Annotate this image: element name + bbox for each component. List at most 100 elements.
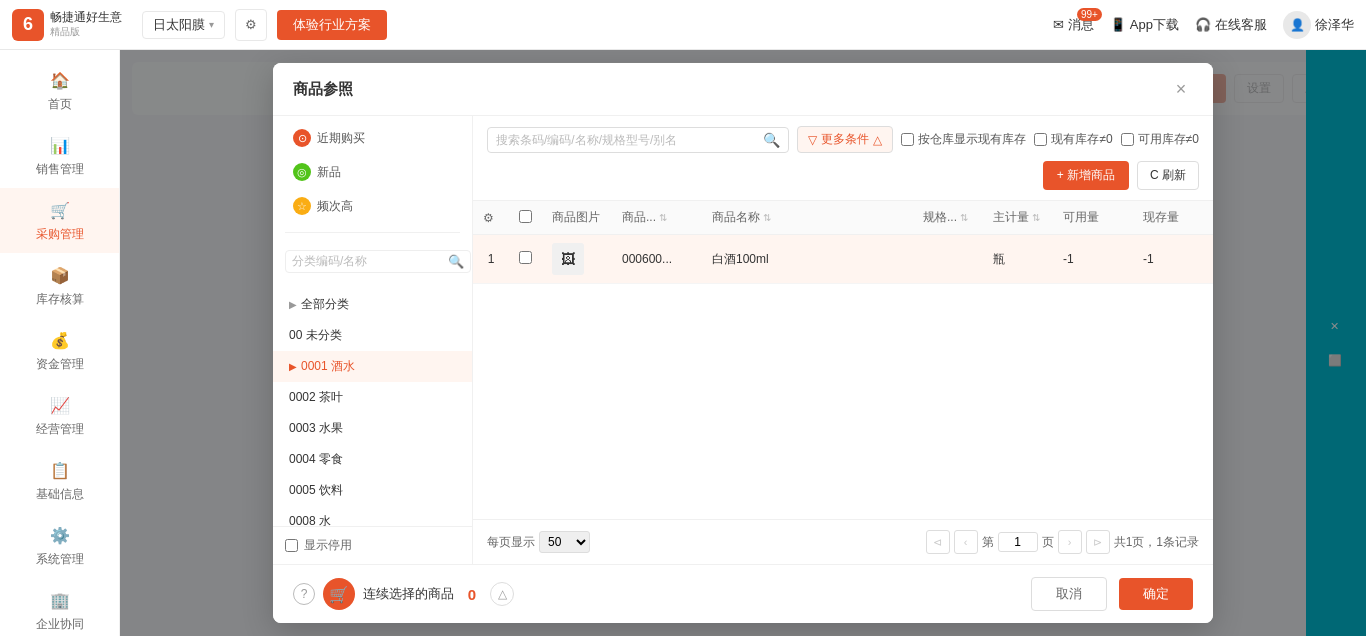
show-disabled-checkbox[interactable] xyxy=(285,539,298,552)
logo-icon: 6 xyxy=(12,9,44,41)
messages-btn[interactable]: ✉ 消息 99+ xyxy=(1053,16,1094,34)
cancel-button[interactable]: 取消 xyxy=(1031,577,1107,611)
stock-filter-3[interactable]: 可用库存≠0 xyxy=(1121,131,1199,148)
col-unit-header[interactable]: 主计量 xyxy=(983,201,1053,235)
more-filters-btn[interactable]: ▽ 更多条件 △ xyxy=(797,126,893,153)
recent-purchases-btn[interactable]: ⊙ 近期购买 xyxy=(285,124,460,152)
product-search-input[interactable] xyxy=(496,133,759,147)
filter-label: 更多条件 xyxy=(821,131,869,148)
collapse-footer-btn[interactable]: △ xyxy=(490,582,514,606)
col-img-header: 商品图片 xyxy=(542,201,612,235)
sidebar-enterprise-label: 企业协同 xyxy=(36,616,84,633)
mobile-icon: 📱 xyxy=(1110,17,1126,32)
main-layout: 🏠 首页 📊 销售管理 🛒 采购管理 📦 库存核算 💰 资金管理 📈 经营管理 … xyxy=(0,50,1366,636)
sidebar-item-sales[interactable]: 📊 销售管理 xyxy=(0,123,119,188)
category-search-box: 🔍 xyxy=(285,250,471,273)
frequent-products-btn[interactable]: ☆ 频次高 xyxy=(285,192,460,220)
show-disabled-label: 显示停用 xyxy=(304,537,352,554)
category-item-all[interactable]: ▶ 全部分类 xyxy=(273,289,472,320)
confirm-button[interactable]: 确定 xyxy=(1119,578,1193,610)
modal-overlay: 商品参照 × ⊙ 近期购买 ◎ xyxy=(120,50,1366,636)
app-download-btn[interactable]: 📱 App下载 xyxy=(1110,16,1179,34)
col-code-header[interactable]: 商品... xyxy=(612,201,702,235)
category-item-0002[interactable]: 0002 茶叶 xyxy=(273,382,472,413)
help-icon[interactable]: ? xyxy=(293,583,315,605)
category-item-0005[interactable]: 0005 饮料 xyxy=(273,475,472,506)
stock-filter-3-label: 可用库存≠0 xyxy=(1138,131,1199,148)
sidebar-item-purchase[interactable]: 🛒 采购管理 xyxy=(0,188,119,253)
sidebar-operations-label: 经营管理 xyxy=(36,421,84,438)
sidebar-item-home[interactable]: 🏠 首页 xyxy=(0,58,119,123)
category-item-0003[interactable]: 0003 水果 xyxy=(273,413,472,444)
online-service-btn[interactable]: 🎧 在线客服 xyxy=(1195,16,1267,34)
select-all-checkbox[interactable] xyxy=(519,210,532,223)
warehouse-selector[interactable]: 日太阳膜 ▾ xyxy=(142,11,225,39)
last-page-btn[interactable]: ⊳ xyxy=(1086,530,1110,554)
col-checkbox xyxy=(509,201,542,235)
category-item-0008[interactable]: 0008 水 xyxy=(273,506,472,526)
first-page-btn[interactable]: ⊲ xyxy=(926,530,950,554)
trial-button[interactable]: 体验行业方案 xyxy=(277,10,387,40)
cart-icon-btn[interactable]: 🛒 xyxy=(323,578,355,610)
logo-area: 6 畅捷通好生意 精品版 xyxy=(12,9,132,41)
sidebar-finance-label: 资金管理 xyxy=(36,356,84,373)
sidebar-item-operations[interactable]: 📈 经营管理 xyxy=(0,383,119,448)
category-all-label: 全部分类 xyxy=(301,296,349,313)
cat-search-icon: 🔍 xyxy=(448,254,464,269)
table-header-row: ⚙ 商品图片 商品... 商品名称 规格... 主计量 可用量 现存量 xyxy=(473,201,1213,235)
page-number-input[interactable] xyxy=(998,532,1038,552)
sidebar-item-enterprise[interactable]: 🏢 企业协同 xyxy=(0,578,119,636)
col-spec-header[interactable]: 规格... xyxy=(913,201,983,235)
app-name: 畅捷通好生意 xyxy=(50,10,122,26)
table-row[interactable]: 1 🖼 000600... 白酒100ml xyxy=(473,235,1213,284)
pagination-bar: 每页显示 50 100 200 ⊲ ‹ 第 xyxy=(473,519,1213,564)
stock-checkbox-3[interactable] xyxy=(1121,133,1134,146)
new-products-btn[interactable]: ◎ 新品 xyxy=(285,158,460,186)
cat-divider xyxy=(285,232,460,233)
show-disabled-area: 显示停用 xyxy=(273,526,472,564)
row-checkbox-cell xyxy=(509,235,542,284)
cat-00-label: 00 未分类 xyxy=(289,327,342,344)
row-checkbox[interactable] xyxy=(519,251,532,264)
settings-icon-btn[interactable]: ⚙ xyxy=(235,9,267,41)
sidebar-item-system[interactable]: ⚙️ 系统管理 xyxy=(0,513,119,578)
category-search-input[interactable] xyxy=(292,254,442,268)
filter-icon: ▽ xyxy=(808,133,817,147)
online-service-label: 在线客服 xyxy=(1215,16,1267,34)
category-item-0004[interactable]: 0004 零食 xyxy=(273,444,472,475)
continuous-select-area: ? 🛒 连续选择的商品 0 △ xyxy=(293,578,1019,610)
inventory-icon: 📦 xyxy=(48,263,72,287)
row-unit-cell: 瓶 xyxy=(983,235,1053,284)
sidebar-item-finance[interactable]: 💰 资金管理 xyxy=(0,318,119,383)
user-avatar: 👤 xyxy=(1283,11,1311,39)
stock-filter-2[interactable]: 现有库存≠0 xyxy=(1034,131,1112,148)
modal-close-button[interactable]: × xyxy=(1169,77,1193,101)
col-name-header[interactable]: 商品名称 xyxy=(702,201,913,235)
new-label: 新品 xyxy=(317,164,341,181)
sidebar-basic-label: 基础信息 xyxy=(36,486,84,503)
per-page-dropdown[interactable]: 50 100 200 xyxy=(539,531,590,553)
cat-0005-label: 0005 饮料 xyxy=(289,482,343,499)
col-settings[interactable]: ⚙ xyxy=(473,201,509,235)
sidebar-item-basic[interactable]: 📋 基础信息 xyxy=(0,448,119,513)
page-controls: ⊲ ‹ 第 页 › ⊳ 共1页，1条记录 xyxy=(926,530,1199,554)
cat-0004-label: 0004 零食 xyxy=(289,451,343,468)
cat-0001-arrow-icon: ▶ xyxy=(289,361,297,372)
col-stock-header: 现存量 xyxy=(1133,201,1213,235)
product-panel: 🔍 ▽ 更多条件 △ 按仓库显示现有库存 xyxy=(473,116,1213,564)
refresh-button[interactable]: C 刷新 xyxy=(1137,161,1199,190)
stock-checkbox-1[interactable] xyxy=(901,133,914,146)
category-item-00[interactable]: 00 未分类 xyxy=(273,320,472,351)
nav-right-area: ✉ 消息 99+ 📱 App下载 🎧 在线客服 👤 徐泽华 xyxy=(1053,11,1354,39)
row-available-cell: -1 xyxy=(1053,235,1133,284)
next-page-btn[interactable]: › xyxy=(1058,530,1082,554)
user-area[interactable]: 👤 徐泽华 xyxy=(1283,11,1354,39)
stock-filter-1[interactable]: 按仓库显示现有库存 xyxy=(901,131,1026,148)
sidebar-item-inventory[interactable]: 📦 库存核算 xyxy=(0,253,119,318)
row-img-cell: 🖼 xyxy=(542,235,612,284)
prev-page-btn[interactable]: ‹ xyxy=(954,530,978,554)
add-product-button[interactable]: + 新增商品 xyxy=(1043,161,1129,190)
category-item-0001[interactable]: ▶ 0001 酒水 xyxy=(273,351,472,382)
message-icon: ✉ xyxy=(1053,17,1064,32)
stock-checkbox-2[interactable] xyxy=(1034,133,1047,146)
